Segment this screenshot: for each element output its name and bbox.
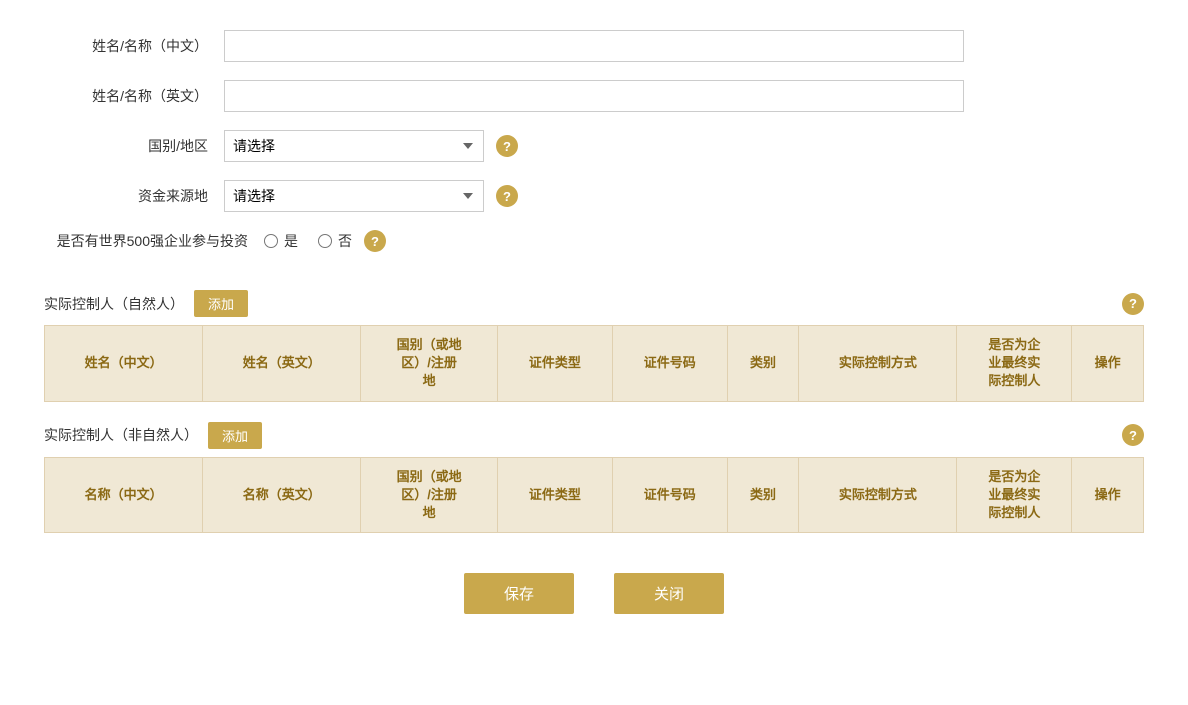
close-button[interactable]: 关闭 bbox=[614, 573, 724, 614]
non-natural-person-help-icon[interactable]: ? bbox=[1122, 424, 1144, 446]
col-is-final-controller: 是否为企业最终实际控制人 bbox=[957, 326, 1072, 402]
save-button[interactable]: 保存 bbox=[464, 573, 574, 614]
non-natural-person-add-button[interactable]: 添加 bbox=[208, 422, 262, 449]
fortune500-help-icon[interactable]: ? bbox=[364, 230, 386, 252]
fortune500-label: 是否有世界500强企业参与投资 bbox=[44, 231, 264, 251]
country-label: 国别/地区 bbox=[44, 136, 224, 156]
col-name-cn: 姓名（中文） bbox=[45, 326, 203, 402]
country-help-icon[interactable]: ? bbox=[496, 135, 518, 157]
non-natural-person-header-row: 名称（中文） 名称（英文） 国别（或地区）/注册地 证件类型 证件号码 类别 实… bbox=[45, 457, 1144, 533]
col-org-control-method: 实际控制方式 bbox=[799, 457, 957, 533]
natural-person-table: 姓名（中文） 姓名（英文） 国别（或地区）/注册地 证件类型 证件号码 类别 实… bbox=[44, 325, 1144, 402]
fortune500-row: 是否有世界500强企业参与投资 是 否 ? bbox=[44, 230, 1144, 252]
col-name-en: 姓名（英文） bbox=[203, 326, 361, 402]
fortune500-no-option[interactable]: 否 bbox=[318, 231, 352, 251]
fortune500-yes-option[interactable]: 是 bbox=[264, 231, 298, 251]
col-operation: 操作 bbox=[1072, 326, 1144, 402]
col-org-is-final-controller: 是否为企业最终实际控制人 bbox=[957, 457, 1072, 533]
natural-person-add-button[interactable]: 添加 bbox=[194, 290, 248, 317]
natural-person-help-icon[interactable]: ? bbox=[1122, 293, 1144, 315]
col-org-cert-type: 证件类型 bbox=[497, 457, 612, 533]
non-natural-person-header: 实际控制人（非自然人） 添加 ? bbox=[44, 422, 1144, 449]
name-en-input[interactable] bbox=[224, 80, 964, 112]
fund-source-row: 资金来源地 请选择 ? bbox=[44, 180, 1144, 212]
bottom-buttons: 保存 关闭 bbox=[44, 573, 1144, 614]
col-org-operation: 操作 bbox=[1072, 457, 1144, 533]
col-org-name-en: 名称（英文） bbox=[203, 457, 361, 533]
col-org-name-cn: 名称（中文） bbox=[45, 457, 203, 533]
non-natural-person-section: 实际控制人（非自然人） 添加 ? 名称（中文） 名称（英文） 国别（或地区）/注… bbox=[44, 422, 1144, 534]
col-cert-no: 证件号码 bbox=[612, 326, 727, 402]
name-cn-input[interactable] bbox=[224, 30, 964, 62]
country-row: 国别/地区 请选择 ? bbox=[44, 130, 1144, 162]
fortune500-yes-radio[interactable] bbox=[264, 234, 278, 248]
fund-source-select[interactable]: 请选择 bbox=[224, 180, 484, 212]
non-natural-person-title: 实际控制人（非自然人） bbox=[44, 425, 198, 445]
natural-person-title: 实际控制人（自然人） bbox=[44, 294, 184, 314]
fortune500-yes-label: 是 bbox=[284, 231, 298, 251]
name-en-label: 姓名/名称（英文） bbox=[44, 86, 224, 106]
name-cn-row: 姓名/名称（中文） bbox=[44, 30, 1144, 62]
fund-source-label: 资金来源地 bbox=[44, 186, 224, 206]
non-natural-person-table-head: 名称（中文） 名称（英文） 国别（或地区）/注册地 证件类型 证件号码 类别 实… bbox=[45, 457, 1144, 533]
non-natural-person-table: 名称（中文） 名称（英文） 国别（或地区）/注册地 证件类型 证件号码 类别 实… bbox=[44, 457, 1144, 534]
col-org-country: 国别（或地区）/注册地 bbox=[361, 457, 498, 533]
fortune500-radio-group: 是 否 bbox=[264, 231, 352, 251]
natural-person-header: 实际控制人（自然人） 添加 ? bbox=[44, 290, 1144, 317]
col-cert-type: 证件类型 bbox=[497, 326, 612, 402]
col-org-cert-no: 证件号码 bbox=[612, 457, 727, 533]
natural-person-header-row: 姓名（中文） 姓名（英文） 国别（或地区）/注册地 证件类型 证件号码 类别 实… bbox=[45, 326, 1144, 402]
country-select[interactable]: 请选择 bbox=[224, 130, 484, 162]
name-en-row: 姓名/名称（英文） bbox=[44, 80, 1144, 112]
natural-person-section: 实际控制人（自然人） 添加 ? 姓名（中文） 姓名（英文） 国别（或地区）/注册… bbox=[44, 290, 1144, 402]
col-country: 国别（或地区）/注册地 bbox=[361, 326, 498, 402]
col-control-method: 实际控制方式 bbox=[799, 326, 957, 402]
form-section: 姓名/名称（中文） 姓名/名称（英文） 国别/地区 请选择 ? 资金来源地 请选… bbox=[44, 30, 1144, 614]
col-category: 类别 bbox=[727, 326, 799, 402]
fortune500-no-label: 否 bbox=[338, 231, 352, 251]
natural-person-table-head: 姓名（中文） 姓名（英文） 国别（或地区）/注册地 证件类型 证件号码 类别 实… bbox=[45, 326, 1144, 402]
fund-source-help-icon[interactable]: ? bbox=[496, 185, 518, 207]
fortune500-no-radio[interactable] bbox=[318, 234, 332, 248]
name-cn-label: 姓名/名称（中文） bbox=[44, 36, 224, 56]
col-org-category: 类别 bbox=[727, 457, 799, 533]
